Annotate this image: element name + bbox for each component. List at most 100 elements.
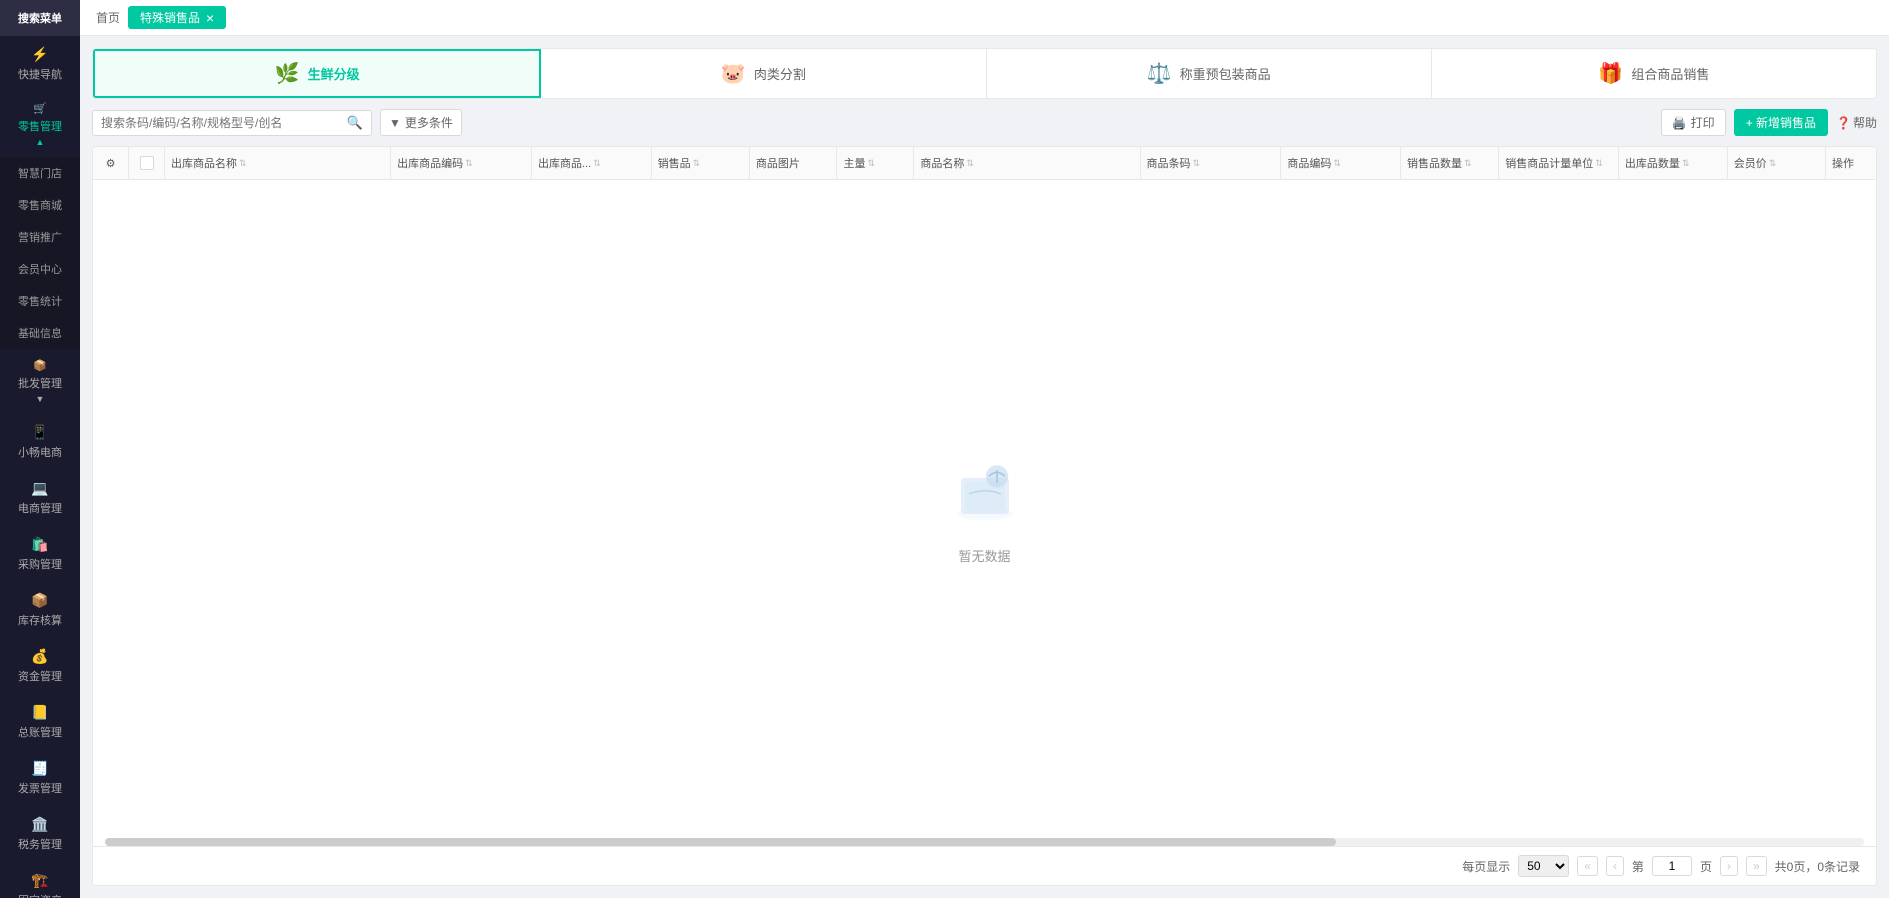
th-out-goods-spec[interactable]: 出库商品... ⇅ xyxy=(532,147,652,179)
th-goods-image[interactable]: 商品图片 xyxy=(750,147,838,179)
search-box[interactable]: 🔍 xyxy=(92,110,372,136)
sidebar-item-ecom-mgmt[interactable]: 💻 电商管理 xyxy=(0,470,80,526)
th-sale-qty[interactable]: 销售品数量 ⇅ xyxy=(1401,147,1499,179)
purchase-icon: 🛍️ xyxy=(31,536,48,553)
tab-combo-sale[interactable]: 🎁 组合商品销售 xyxy=(1432,49,1876,98)
th-goods-barcode[interactable]: 商品条码 ⇅ xyxy=(1141,147,1282,179)
th-sale-goods-label: 销售品 xyxy=(658,155,691,171)
sidebar-item-mini-shop[interactable]: 📱 小畅电商 xyxy=(0,414,80,470)
help-button[interactable]: ❓ 帮助 xyxy=(1836,114,1877,131)
per-page-select[interactable]: 50 10 20 100 xyxy=(1518,855,1569,877)
th-goods-code-label: 商品编码 xyxy=(1287,155,1331,171)
sort-icon: ⇅ xyxy=(1333,158,1341,169)
th-out-goods-code-label: 出库商品编码 xyxy=(397,155,463,171)
sidebar-item-wholesale-mgmt[interactable]: 📦 批发管理 ▼ xyxy=(0,349,80,414)
th-action: 操作 xyxy=(1826,147,1876,179)
th-sale-goods[interactable]: 销售品 ⇅ xyxy=(652,147,750,179)
weight-pack-icon: ⚖️ xyxy=(1147,61,1172,86)
fresh-grade-icon: 🌿 xyxy=(275,61,300,86)
sort-icon: ⇅ xyxy=(1682,158,1690,169)
per-page-label: 每页显示 xyxy=(1462,858,1510,875)
wholesale-label: 批发管理 xyxy=(18,375,62,391)
toolbar: 🔍 ▼ 更多条件 🖨️ 打印 + 新增销售品 ❓ 帮助 xyxy=(92,109,1877,136)
home-breadcrumb[interactable]: 首页 xyxy=(96,9,120,26)
table-body: 暂无数据 xyxy=(93,180,1876,838)
prev-page-button[interactable]: ‹ xyxy=(1606,856,1624,876)
th-out-qty-label: 出库品数量 xyxy=(1625,155,1680,171)
invoice-label: 发票管理 xyxy=(18,780,62,796)
th-out-goods-name-label: 出库商品名称 xyxy=(171,155,237,171)
th-out-goods-code[interactable]: 出库商品编码 ⇅ xyxy=(391,147,532,179)
tab-meat-split[interactable]: 🐷 肉类分割 xyxy=(541,49,986,98)
filter-button[interactable]: ▼ 更多条件 xyxy=(380,109,462,136)
filter-icon: ▼ xyxy=(389,116,401,130)
tab-weight-pack-label: 称重预包装商品 xyxy=(1180,64,1271,83)
search-input[interactable] xyxy=(101,116,343,130)
ecom-icon: 💻 xyxy=(31,480,48,497)
filter-label: 更多条件 xyxy=(405,114,453,131)
sidebar-item-fixed-assets[interactable]: 🏗️ 固定资产 xyxy=(0,862,80,898)
next-page-button[interactable]: › xyxy=(1720,856,1738,876)
tab-weight-pack[interactable]: ⚖️ 称重预包装商品 xyxy=(987,49,1432,98)
first-page-button[interactable]: « xyxy=(1577,856,1598,876)
th-member-price[interactable]: 会员价 ⇅ xyxy=(1728,147,1826,179)
sidebar-item-tax-mgmt[interactable]: 🏛️ 税务管理 xyxy=(0,806,80,862)
sidebar-item-inventory[interactable]: 📦 库存核算 xyxy=(0,582,80,638)
sidebar: 搜索菜单 ⚡ 快捷导航 🛒 零售管理 ▲ 智慧门店 零售商城 营销推广 会员中心… xyxy=(0,0,80,898)
sidebar-item-invoice-mgmt[interactable]: 🧾 发票管理 xyxy=(0,750,80,806)
sidebar-item-quick-nav[interactable]: ⚡ 快捷导航 xyxy=(0,36,80,92)
sort-icon: ⇅ xyxy=(1769,158,1777,169)
sort-icon: ⇅ xyxy=(693,158,701,169)
th-goods-code[interactable]: 商品编码 ⇅ xyxy=(1281,147,1401,179)
retail-mgmt-icon: 🛒 xyxy=(33,102,47,115)
combo-sale-icon: 🎁 xyxy=(1598,61,1623,86)
sidebar-item-basic-info[interactable]: 基础信息 xyxy=(0,317,80,349)
active-tab[interactable]: 特殊销售品 × xyxy=(128,6,226,29)
th-out-goods-name[interactable]: 出库商品名称 ⇅ xyxy=(165,147,391,179)
sidebar-item-member-center[interactable]: 会员中心 xyxy=(0,253,80,285)
help-label: 帮助 xyxy=(1853,114,1877,131)
th-goods-name[interactable]: 商品名称 ⇅ xyxy=(914,147,1140,179)
th-weight[interactable]: 主量 ⇅ xyxy=(837,147,914,179)
sidebar-item-retail-mgmt[interactable]: 🛒 零售管理 ▲ xyxy=(0,92,80,157)
sort-icon: ⇅ xyxy=(465,158,473,169)
sort-icon: ⇅ xyxy=(867,158,875,169)
tab-close-icon[interactable]: × xyxy=(206,11,214,25)
select-all-checkbox[interactable] xyxy=(140,156,154,170)
pagination: 每页显示 50 10 20 100 « ‹ 第 页 › » 共0页，0条记录 xyxy=(93,846,1876,885)
th-settings[interactable]: ⚙ xyxy=(93,147,129,179)
sidebar-logo[interactable]: 搜索菜单 xyxy=(0,0,80,36)
sidebar-item-retail-mall[interactable]: 零售商城 xyxy=(0,189,80,221)
sidebar-item-finance-mgmt[interactable]: 💰 资金管理 xyxy=(0,638,80,694)
sidebar-item-ledger-mgmt[interactable]: 📒 总账管理 xyxy=(0,694,80,750)
th-weight-label: 主量 xyxy=(843,155,865,171)
ecom-label: 电商管理 xyxy=(18,500,62,516)
print-button[interactable]: 🖨️ 打印 xyxy=(1661,109,1726,136)
sidebar-item-marketing[interactable]: 营销推广 xyxy=(0,221,80,253)
th-sale-unit[interactable]: 销售商品计量单位 ⇅ xyxy=(1499,147,1619,179)
fixed-assets-icon: 🏗️ xyxy=(31,872,48,889)
mini-shop-label: 小畅电商 xyxy=(18,444,62,460)
last-page-button[interactable]: » xyxy=(1746,856,1767,876)
page-number-input[interactable] xyxy=(1652,856,1692,876)
sidebar-item-purchase-mgmt[interactable]: 🛍️ 采购管理 xyxy=(0,526,80,582)
scrollbar-thumb[interactable] xyxy=(105,838,1336,846)
inventory-icon: 📦 xyxy=(31,592,48,609)
data-table: ⚙ 出库商品名称 ⇅ 出库商品编码 ⇅ 出库商品... ⇅ 销售品 xyxy=(92,146,1877,886)
sidebar-item-smart-store[interactable]: 智慧门店 xyxy=(0,157,80,189)
help-icon: ❓ xyxy=(1836,116,1851,130)
th-checkbox[interactable] xyxy=(129,147,165,179)
finance-label: 资金管理 xyxy=(18,668,62,684)
fixed-assets-label: 固定资产 xyxy=(18,892,62,898)
page-label: 第 xyxy=(1632,858,1644,875)
tab-fresh-grade[interactable]: 🌿 生鲜分级 xyxy=(93,49,541,98)
new-sale-item-button[interactable]: + 新增销售品 xyxy=(1734,109,1828,136)
th-out-qty[interactable]: 出库品数量 ⇅ xyxy=(1619,147,1728,179)
sidebar-item-retail-stats[interactable]: 零售统计 xyxy=(0,285,80,317)
ledger-label: 总账管理 xyxy=(18,724,62,740)
invoice-icon: 🧾 xyxy=(31,760,48,777)
th-goods-barcode-label: 商品条码 xyxy=(1147,155,1191,171)
feature-tabs: 🌿 生鲜分级 🐷 肉类分割 ⚖️ 称重预包装商品 🎁 组合商品销售 xyxy=(92,48,1877,99)
horizontal-scrollbar[interactable] xyxy=(105,838,1864,846)
tab-fresh-grade-label: 生鲜分级 xyxy=(308,64,360,83)
